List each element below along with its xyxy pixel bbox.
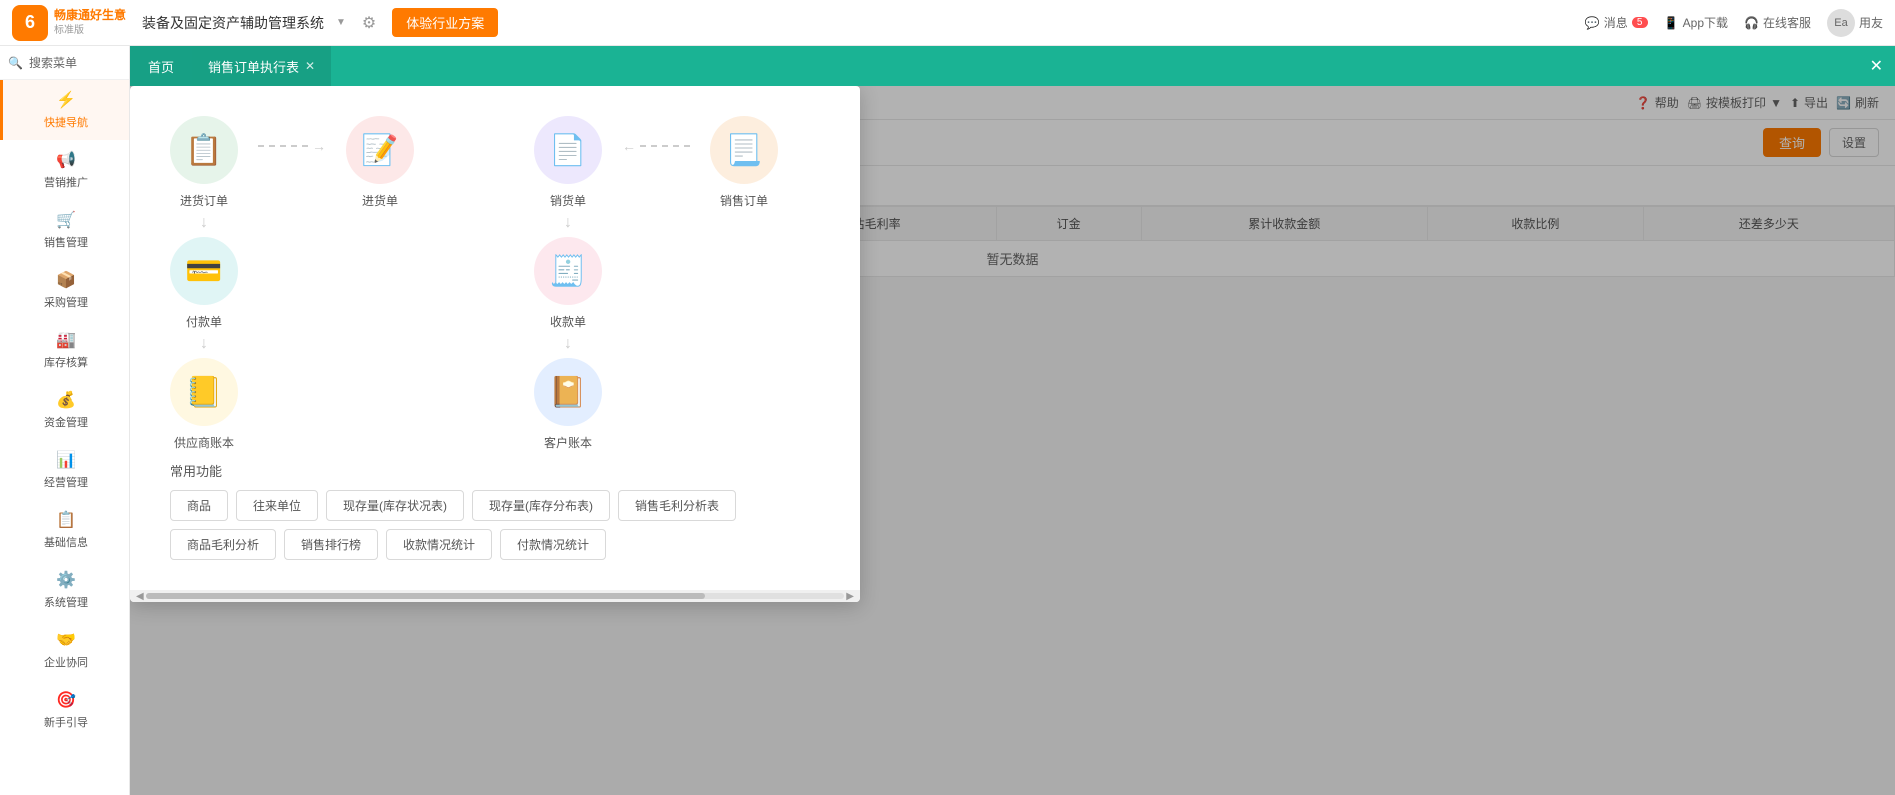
message-icon: 💬 <box>1585 16 1600 30</box>
common-func-button[interactable]: 收款情况统计 <box>386 529 492 560</box>
user-action[interactable]: Ea 用友 <box>1827 9 1883 37</box>
tab-sales-order[interactable]: 销售订单执行表 ✕ <box>192 46 331 86</box>
sidebar-icon-operations: 📊 <box>56 450 76 470</box>
flow-node-supplier-ledger[interactable]: 📒 供应商账本 <box>170 358 238 451</box>
flow-node-purchase-receipt[interactable]: 📝 进货单 <box>346 116 414 209</box>
sidebar-icon-sys-mgmt: ⚙️ <box>56 570 76 590</box>
sidebar-label-enterprise: 企业协同 <box>44 654 88 670</box>
sidebar-icon-purchase: 📦 <box>56 270 76 290</box>
tab-home[interactable]: 首页 <box>130 46 192 86</box>
flow-node-sales-order[interactable]: 📃 销售订单 <box>710 116 778 209</box>
sidebar-label-marketing: 营销推广 <box>44 174 88 190</box>
common-functions-section: 常用功能 商品往来单位现存量(库存状况表) 现存量(库存分布表) 销售毛利分析表商品… <box>170 461 820 560</box>
scroll-left-icon[interactable]: ◀ <box>134 591 146 602</box>
sidebar-icon-sales: 🛒 <box>56 210 76 230</box>
common-func-button[interactable]: 商品毛利分析 <box>170 529 276 560</box>
service-icon: 🎧 <box>1744 16 1759 30</box>
flow-node-payment[interactable]: 💳 付款单 <box>170 237 238 330</box>
sidebar-item-sys-mgmt[interactable]: ⚙️ 系统管理 <box>0 560 129 620</box>
common-title: 常用功能 <box>170 461 820 480</box>
online-service-action[interactable]: 🎧 在线客服 <box>1744 14 1811 31</box>
system-title: 装备及固定资产辅助管理系统 <box>142 13 324 33</box>
tab-close-icon[interactable]: ✕ <box>305 59 315 73</box>
sidebar-label-operations: 经营管理 <box>44 474 88 490</box>
sidebar-label-basic-info: 基础信息 <box>44 534 88 550</box>
message-action[interactable]: 💬 消息 5 <box>1585 14 1648 31</box>
sidebar-label-sys-mgmt: 系统管理 <box>44 594 88 610</box>
system-dropdown-icon[interactable]: ▼ <box>336 17 346 28</box>
common-func-button[interactable]: 销售毛利分析表 <box>618 490 736 521</box>
common-func-button[interactable]: 销售排行榜 <box>284 529 378 560</box>
sidebar-icon-inventory: 🏭 <box>56 330 76 350</box>
close-all-tabs-icon[interactable]: ✕ <box>1870 56 1883 76</box>
sidebar-item-inventory[interactable]: 🏭 库存核算 <box>0 320 129 380</box>
app-download-action[interactable]: 📱 App下载 <box>1664 14 1728 31</box>
sidebar-label-purchase: 采购管理 <box>44 294 88 310</box>
download-icon: 📱 <box>1664 16 1679 30</box>
sidebar-search[interactable]: 🔍 搜索菜单 <box>0 46 129 80</box>
avatar: Ea <box>1827 9 1855 37</box>
scroll-right-icon[interactable]: ▶ <box>844 591 856 602</box>
common-func-button[interactable]: 付款情况统计 <box>500 529 606 560</box>
sidebar-icon-quick-nav: ⚡ <box>56 90 76 110</box>
sidebar-item-finance[interactable]: 💰 资金管理 <box>0 380 129 440</box>
modal-overlay[interactable]: 📋 进货订单 ↓ 💳 <box>130 86 1895 795</box>
search-icon: 🔍 <box>8 56 23 70</box>
sidebar-item-newbie[interactable]: 🎯 新手引导 <box>0 680 129 740</box>
sidebar-item-enterprise[interactable]: 🤝 企业协同 <box>0 620 129 680</box>
sidebar-icon-basic-info: 📋 <box>56 510 76 530</box>
common-func-button[interactable]: 现存量(库存分布表) <box>472 490 610 521</box>
sidebar-item-operations[interactable]: 📊 经营管理 <box>0 440 129 500</box>
flow-node-customer-ledger[interactable]: 📔 客户账本 <box>534 358 602 451</box>
sidebar-label-inventory: 库存核算 <box>44 354 88 370</box>
app-logo-icon: 6 <box>12 5 48 41</box>
flow-node-sales-invoice[interactable]: 📄 销货单 <box>534 116 602 209</box>
flow-diagram: 📋 进货订单 ↓ 💳 <box>170 116 820 451</box>
modal-box: 📋 进货订单 ↓ 💳 <box>130 86 860 602</box>
sidebar-label-newbie: 新手引导 <box>44 714 88 730</box>
common-func-button[interactable]: 商品 <box>170 490 228 521</box>
gear-icon[interactable]: ⚙ <box>362 13 376 33</box>
common-func-button[interactable]: 现存量(库存状况表) <box>326 490 464 521</box>
common-func-button[interactable]: 往来单位 <box>236 490 318 521</box>
sidebar-label-sales: 销售管理 <box>44 234 88 250</box>
sidebar-item-marketing[interactable]: 📢 营销推广 <box>0 140 129 200</box>
experience-button[interactable]: 体验行业方案 <box>392 8 498 37</box>
sidebar-icon-marketing: 📢 <box>56 150 76 170</box>
sidebar-item-purchase[interactable]: 📦 采购管理 <box>0 260 129 320</box>
message-badge: 5 <box>1632 17 1648 28</box>
flow-node-purchase-order[interactable]: 📋 进货订单 <box>170 116 238 209</box>
sidebar-label-finance: 资金管理 <box>44 414 88 430</box>
modal-scrollbar[interactable]: ◀ ▶ <box>130 590 860 602</box>
sidebar-label-quick-nav: 快捷导航 <box>44 114 88 130</box>
sidebar-icon-enterprise: 🤝 <box>56 630 76 650</box>
sidebar-item-sales[interactable]: 🛒 销售管理 <box>0 200 129 260</box>
sidebar-item-quick-nav[interactable]: ⚡ 快捷导航 <box>0 80 129 140</box>
sidebar-icon-finance: 💰 <box>56 390 76 410</box>
flow-node-receipt[interactable]: 🧾 收款单 <box>534 237 602 330</box>
sidebar-icon-newbie: 🎯 <box>56 690 76 710</box>
sidebar-item-basic-info[interactable]: 📋 基础信息 <box>0 500 129 560</box>
brand-text: 畅康通好生意 标准版 <box>54 8 126 37</box>
